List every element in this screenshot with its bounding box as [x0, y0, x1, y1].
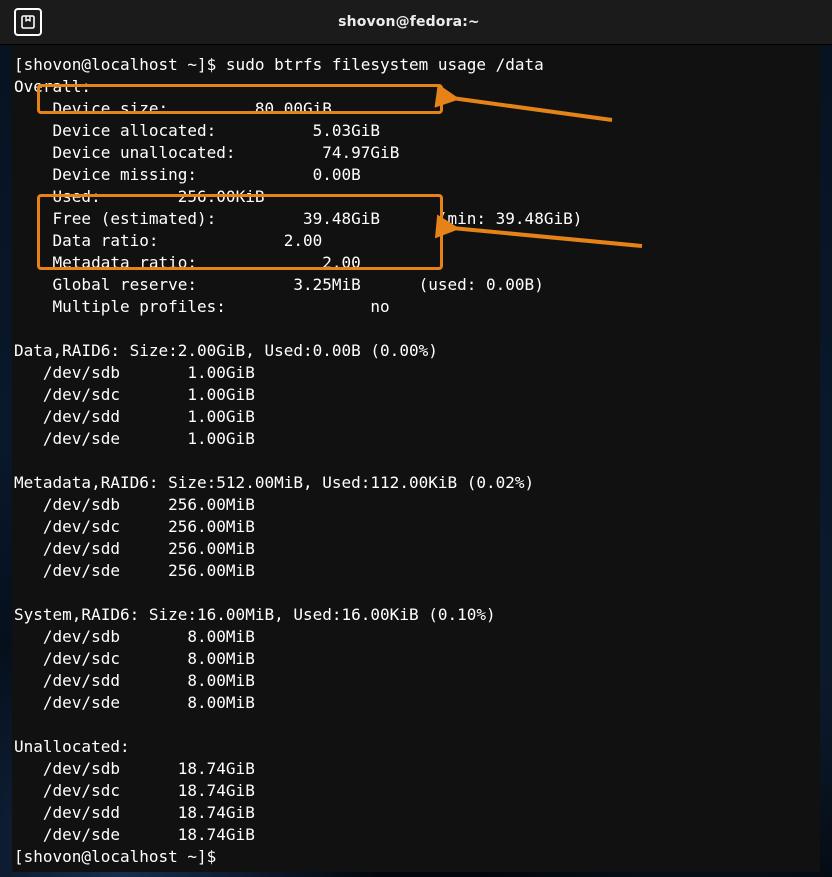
- data-row: /dev/sdc 1.00GiB: [14, 384, 820, 406]
- value: no: [226, 297, 390, 316]
- label: Data ratio:: [14, 231, 159, 250]
- value: 0.00B: [197, 165, 361, 184]
- unalloc-row: /dev/sdc 18.74GiB: [14, 780, 820, 802]
- row-data-ratio: Data ratio: 2.00: [14, 230, 820, 252]
- blank: [14, 714, 820, 736]
- row-metadata-ratio: Metadata ratio: 2.00: [14, 252, 820, 274]
- unalloc-row: /dev/sdd 18.74GiB: [14, 802, 820, 824]
- label: Device size:: [14, 99, 168, 118]
- overall-header: Overall:: [14, 76, 820, 98]
- metadata-row: /dev/sdc 256.00MiB: [14, 516, 820, 538]
- label: Device missing:: [14, 165, 197, 184]
- blank: [14, 318, 820, 340]
- unalloc-row: /dev/sde 18.74GiB: [14, 824, 820, 846]
- data-row: /dev/sdb 1.00GiB: [14, 362, 820, 384]
- unalloc-row: /dev/sdb 18.74GiB: [14, 758, 820, 780]
- terminal[interactable]: [shovon@localhost ~]$ sudo btrfs filesys…: [12, 44, 820, 872]
- extra: (used: 0.00B): [361, 275, 544, 294]
- value: 2.00: [159, 231, 323, 250]
- system-row: /dev/sdb 8.00MiB: [14, 626, 820, 648]
- metadata-row: /dev/sdd 256.00MiB: [14, 538, 820, 560]
- data-section-header: Data,RAID6: Size:2.00GiB, Used:0.00B (0.…: [14, 340, 820, 362]
- row-device-missing: Device missing: 0.00B: [14, 164, 820, 186]
- value: 80.00GiB: [168, 99, 332, 118]
- row-device-size: Device size: 80.00GiB: [14, 98, 820, 120]
- command-text: sudo btrfs filesystem usage /data: [226, 55, 544, 74]
- unalloc-section-header: Unallocated:: [14, 736, 820, 758]
- label: Used:: [14, 187, 101, 206]
- value: 5.03GiB: [216, 121, 380, 140]
- system-section-header: System,RAID6: Size:16.00MiB, Used:16.00K…: [14, 604, 820, 626]
- extra: (min: 39.48GiB): [380, 209, 582, 228]
- value: 2.00: [197, 253, 361, 272]
- value: 256.00KiB: [101, 187, 265, 206]
- label: Device unallocated:: [14, 143, 236, 162]
- row-global-reserve: Global reserve: 3.25MiB (used: 0.00B): [14, 274, 820, 296]
- files-button[interactable]: [14, 8, 42, 36]
- metadata-row: /dev/sdb 256.00MiB: [14, 494, 820, 516]
- metadata-section-header: Metadata,RAID6: Size:512.00MiB, Used:112…: [14, 472, 820, 494]
- window-title-text: shovon@fedora:~: [338, 14, 480, 30]
- system-row: /dev/sdc 8.00MiB: [14, 648, 820, 670]
- files-icon: [21, 15, 35, 29]
- system-row: /dev/sdd 8.00MiB: [14, 670, 820, 692]
- row-device-unallocated: Device unallocated: 74.97GiB: [14, 142, 820, 164]
- data-row: /dev/sdd 1.00GiB: [14, 406, 820, 428]
- label: Global reserve:: [14, 275, 197, 294]
- row-device-allocated: Device allocated: 5.03GiB: [14, 120, 820, 142]
- prompt-line-1: [shovon@localhost ~]$ sudo btrfs filesys…: [14, 54, 820, 76]
- value: 74.97GiB: [236, 143, 400, 162]
- blank: [14, 450, 820, 472]
- system-row: /dev/sde 8.00MiB: [14, 692, 820, 714]
- metadata-row: /dev/sde 256.00MiB: [14, 560, 820, 582]
- top-bar: shovon@fedora:~: [0, 0, 832, 44]
- row-used: Used: 256.00KiB: [14, 186, 820, 208]
- label: Multiple profiles:: [14, 297, 226, 316]
- label: Device allocated:: [14, 121, 216, 140]
- prompt-line-2: [shovon@localhost ~]$: [14, 846, 820, 868]
- prompt: [shovon@localhost ~]$: [14, 55, 226, 74]
- row-free-estimated: Free (estimated): 39.48GiB (min: 39.48Gi…: [14, 208, 820, 230]
- value: 39.48GiB: [216, 209, 380, 228]
- label: Metadata ratio:: [14, 253, 197, 272]
- window-title: shovon@fedora:~: [42, 14, 776, 30]
- blank: [14, 582, 820, 604]
- value: 3.25MiB: [197, 275, 361, 294]
- row-multiple-profiles: Multiple profiles: no: [14, 296, 820, 318]
- data-row: /dev/sde 1.00GiB: [14, 428, 820, 450]
- label: Free (estimated):: [14, 209, 216, 228]
